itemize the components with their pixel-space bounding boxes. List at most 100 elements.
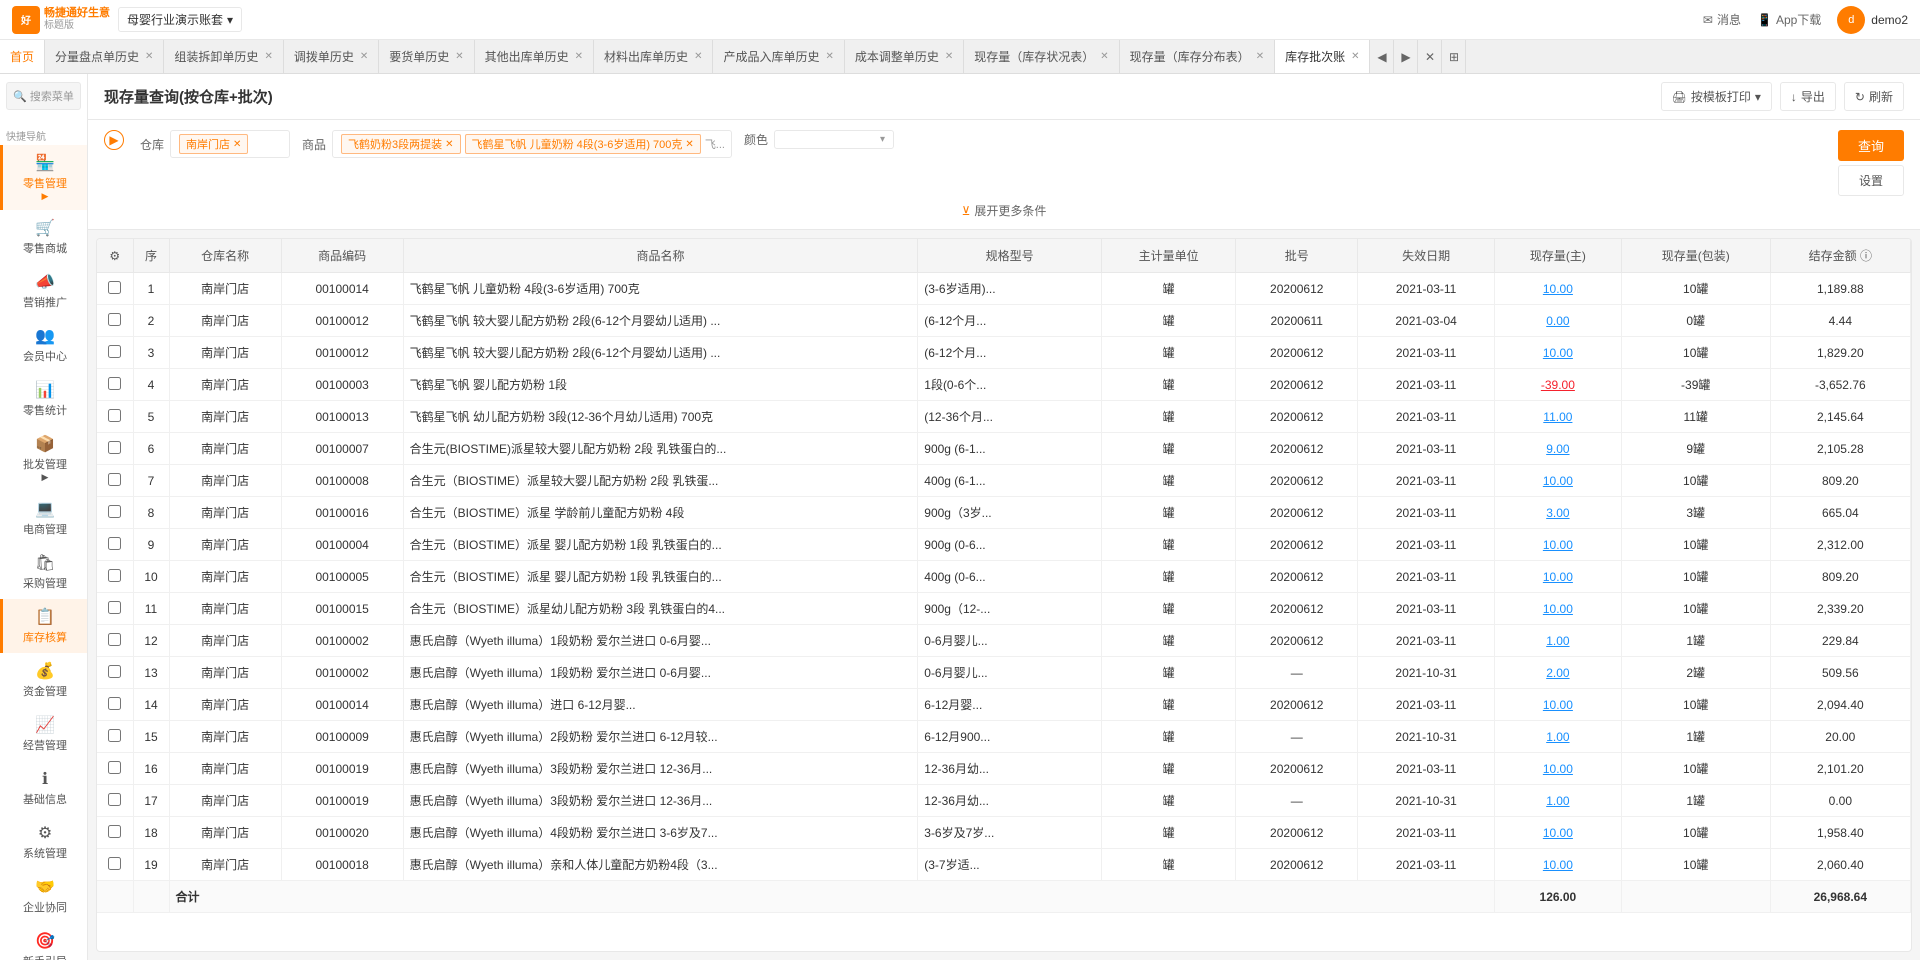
setting-button[interactable]: 设置	[1838, 165, 1904, 196]
template-print-button[interactable]: 🖨 按模板打印 ▾	[1661, 82, 1772, 111]
tab-qi-ta-chu[interactable]: 其他出库单历史 ✕	[475, 40, 594, 74]
sidebar-item-finance[interactable]: 💰 资金管理	[0, 653, 87, 707]
row-stock-main-10[interactable]: 10.00	[1494, 593, 1621, 625]
color-select[interactable]: ▾	[774, 130, 894, 149]
tab-yao-huo-close-icon[interactable]: ✕	[455, 51, 463, 62]
row-stock-main-18[interactable]: 10.00	[1494, 849, 1621, 881]
sidebar-item-marketing[interactable]: 📣 营销推广	[0, 264, 87, 318]
row-stock-main-14[interactable]: 1.00	[1494, 721, 1621, 753]
refresh-button[interactable]: ↻ 刷新	[1844, 82, 1904, 111]
row-checkbox-0[interactable]	[97, 273, 133, 305]
tab-xian-cun-zhuang[interactable]: 现存量（库存状况表） ✕	[964, 40, 1119, 74]
tab-xian-cun-fen[interactable]: 现存量（库存分布表） ✕	[1120, 40, 1275, 74]
tab-cheng-ben[interactable]: 成本调整单历史 ✕	[845, 40, 964, 74]
sidebar-item-system[interactable]: ⚙ 系统管理	[0, 815, 87, 869]
row-checkbox-14[interactable]	[97, 721, 133, 753]
warehouse-tag-container[interactable]: 南岸门店 ✕	[170, 130, 290, 158]
row-stock-main-12[interactable]: 2.00	[1494, 657, 1621, 689]
row-checkbox-9[interactable]	[97, 561, 133, 593]
tab-cai-liao-chu-close-icon[interactable]: ✕	[694, 51, 702, 62]
tab-pi-ci[interactable]: 库存批次账 ✕	[1275, 40, 1370, 74]
message-button[interactable]: ✉ 消息	[1703, 11, 1741, 28]
sidebar-item-inventory[interactable]: 📋 库存核算	[0, 599, 87, 653]
filter-expand-more[interactable]: ⊻ 展开更多条件	[104, 202, 1904, 219]
sidebar-item-operation[interactable]: 📈 经营管理	[0, 707, 87, 761]
sidebar-item-retail-mgmt[interactable]: 🏪 零售管理 ▶	[0, 145, 87, 210]
row-checkbox-2[interactable]	[97, 337, 133, 369]
tab-diao-bo[interactable]: 调拨单历史 ✕	[284, 40, 379, 74]
tab-diao-bo-close-icon[interactable]: ✕	[360, 51, 368, 62]
sidebar-item-enterprise[interactable]: 🤝 企业协同	[0, 869, 87, 923]
product-tag-container[interactable]: 飞鹤奶粉3段两提装 ✕ 飞鹤星飞帆 儿童奶粉 4段(3-6岁适用) 700克 ✕…	[332, 130, 732, 158]
tab-home[interactable]: 首页	[0, 40, 45, 74]
row-stock-main-2[interactable]: 10.00	[1494, 337, 1621, 369]
row-checkbox-15[interactable]	[97, 753, 133, 785]
tab-xian-cun-zhuang-close-icon[interactable]: ✕	[1100, 51, 1108, 62]
sidebar-item-basic[interactable]: ℹ 基础信息	[0, 761, 87, 815]
sidebar-item-member[interactable]: 👥 会员中心	[0, 318, 87, 372]
tab-nav-close[interactable]: ✕	[1418, 40, 1442, 74]
filter-expand-toggle[interactable]: ▶	[104, 130, 124, 150]
row-stock-main-4[interactable]: 11.00	[1494, 401, 1621, 433]
search-menu-button[interactable]: 🔍 搜索菜单	[6, 82, 81, 110]
product-tag-0-close-icon[interactable]: ✕	[445, 139, 453, 150]
tab-zu-chai[interactable]: 组装拆卸单历史 ✕	[164, 40, 283, 74]
sidebar-item-guide[interactable]: 🎯 新手引导	[0, 923, 87, 960]
tab-chan-pin-ru[interactable]: 产成品入库单历史 ✕	[713, 40, 844, 74]
row-stock-main-16[interactable]: 1.00	[1494, 785, 1621, 817]
row-checkbox-4[interactable]	[97, 401, 133, 433]
tab-xian-cun-fen-close-icon[interactable]: ✕	[1256, 51, 1264, 62]
tab-cai-liao-chu[interactable]: 材料出库单历史 ✕	[594, 40, 713, 74]
row-stock-main-17[interactable]: 10.00	[1494, 817, 1621, 849]
sidebar-item-ecommerce[interactable]: 💻 电商管理	[0, 491, 87, 545]
sidebar-item-retail-stats[interactable]: 📊 零售统计	[0, 372, 87, 426]
row-checkbox-16[interactable]	[97, 785, 133, 817]
row-checkbox-3[interactable]	[97, 369, 133, 401]
product-tag-1-close-icon[interactable]: ✕	[685, 139, 693, 150]
row-checkbox-12[interactable]	[97, 657, 133, 689]
user-area[interactable]: d demo2	[1837, 6, 1908, 34]
row-stock-main-13[interactable]: 10.00	[1494, 689, 1621, 721]
warehouse-tag-0-close-icon[interactable]: ✕	[233, 139, 241, 150]
row-stock-main-9[interactable]: 10.00	[1494, 561, 1621, 593]
row-checkbox-18[interactable]	[97, 849, 133, 881]
row-stock-main-5[interactable]: 9.00	[1494, 433, 1621, 465]
tab-nav-next[interactable]: ▶	[1394, 40, 1418, 74]
row-checkbox-6[interactable]	[97, 465, 133, 497]
export-button[interactable]: ↓ 导出	[1780, 82, 1836, 111]
row-checkbox-8[interactable]	[97, 529, 133, 561]
row-checkbox-17[interactable]	[97, 817, 133, 849]
row-checkbox-11[interactable]	[97, 625, 133, 657]
tab-yao-huo[interactable]: 要货单历史 ✕	[379, 40, 474, 74]
settings-icon[interactable]: ⚙	[109, 249, 120, 263]
tab-qi-ta-chu-close-icon[interactable]: ✕	[575, 51, 583, 62]
tab-chan-pin-ru-close-icon[interactable]: ✕	[825, 51, 833, 62]
row-checkbox-1[interactable]	[97, 305, 133, 337]
row-stock-main-3[interactable]: -39.00	[1494, 369, 1621, 401]
search-button[interactable]: 查询	[1838, 130, 1904, 161]
sidebar-item-retail-store[interactable]: 🛒 零售商城	[0, 210, 87, 264]
row-stock-main-7[interactable]: 3.00	[1494, 497, 1621, 529]
row-checkbox-5[interactable]	[97, 433, 133, 465]
col-settings[interactable]: ⚙	[97, 239, 133, 273]
tab-pi-ci-close-icon[interactable]: ✕	[1351, 51, 1359, 62]
sidebar-item-purchase[interactable]: 🛍 采购管理	[0, 545, 87, 599]
tab-cheng-ben-close-icon[interactable]: ✕	[945, 51, 953, 62]
sidebar-item-wholesale[interactable]: 📦 批发管理 ▶	[0, 426, 87, 491]
org-selector[interactable]: 母婴行业演示账套 ▾	[118, 7, 242, 32]
tab-fen-pan-close-icon[interactable]: ✕	[145, 51, 153, 62]
row-stock-main-8[interactable]: 10.00	[1494, 529, 1621, 561]
tab-fen-pan[interactable]: 分量盘点单历史 ✕	[45, 40, 164, 74]
row-checkbox-10[interactable]	[97, 593, 133, 625]
row-stock-main-1[interactable]: 0.00	[1494, 305, 1621, 337]
row-stock-main-15[interactable]: 10.00	[1494, 753, 1621, 785]
tab-nav-prev[interactable]: ◀	[1370, 40, 1394, 74]
row-checkbox-7[interactable]	[97, 497, 133, 529]
row-checkbox-13[interactable]	[97, 689, 133, 721]
row-stock-main-0[interactable]: 10.00	[1494, 273, 1621, 305]
row-stock-main-6[interactable]: 10.00	[1494, 465, 1621, 497]
tab-nav-menu[interactable]: ⊞	[1442, 40, 1466, 74]
tab-zu-chai-close-icon[interactable]: ✕	[264, 51, 272, 62]
app-download-button[interactable]: 📱 App下载	[1757, 11, 1821, 28]
row-stock-main-11[interactable]: 1.00	[1494, 625, 1621, 657]
